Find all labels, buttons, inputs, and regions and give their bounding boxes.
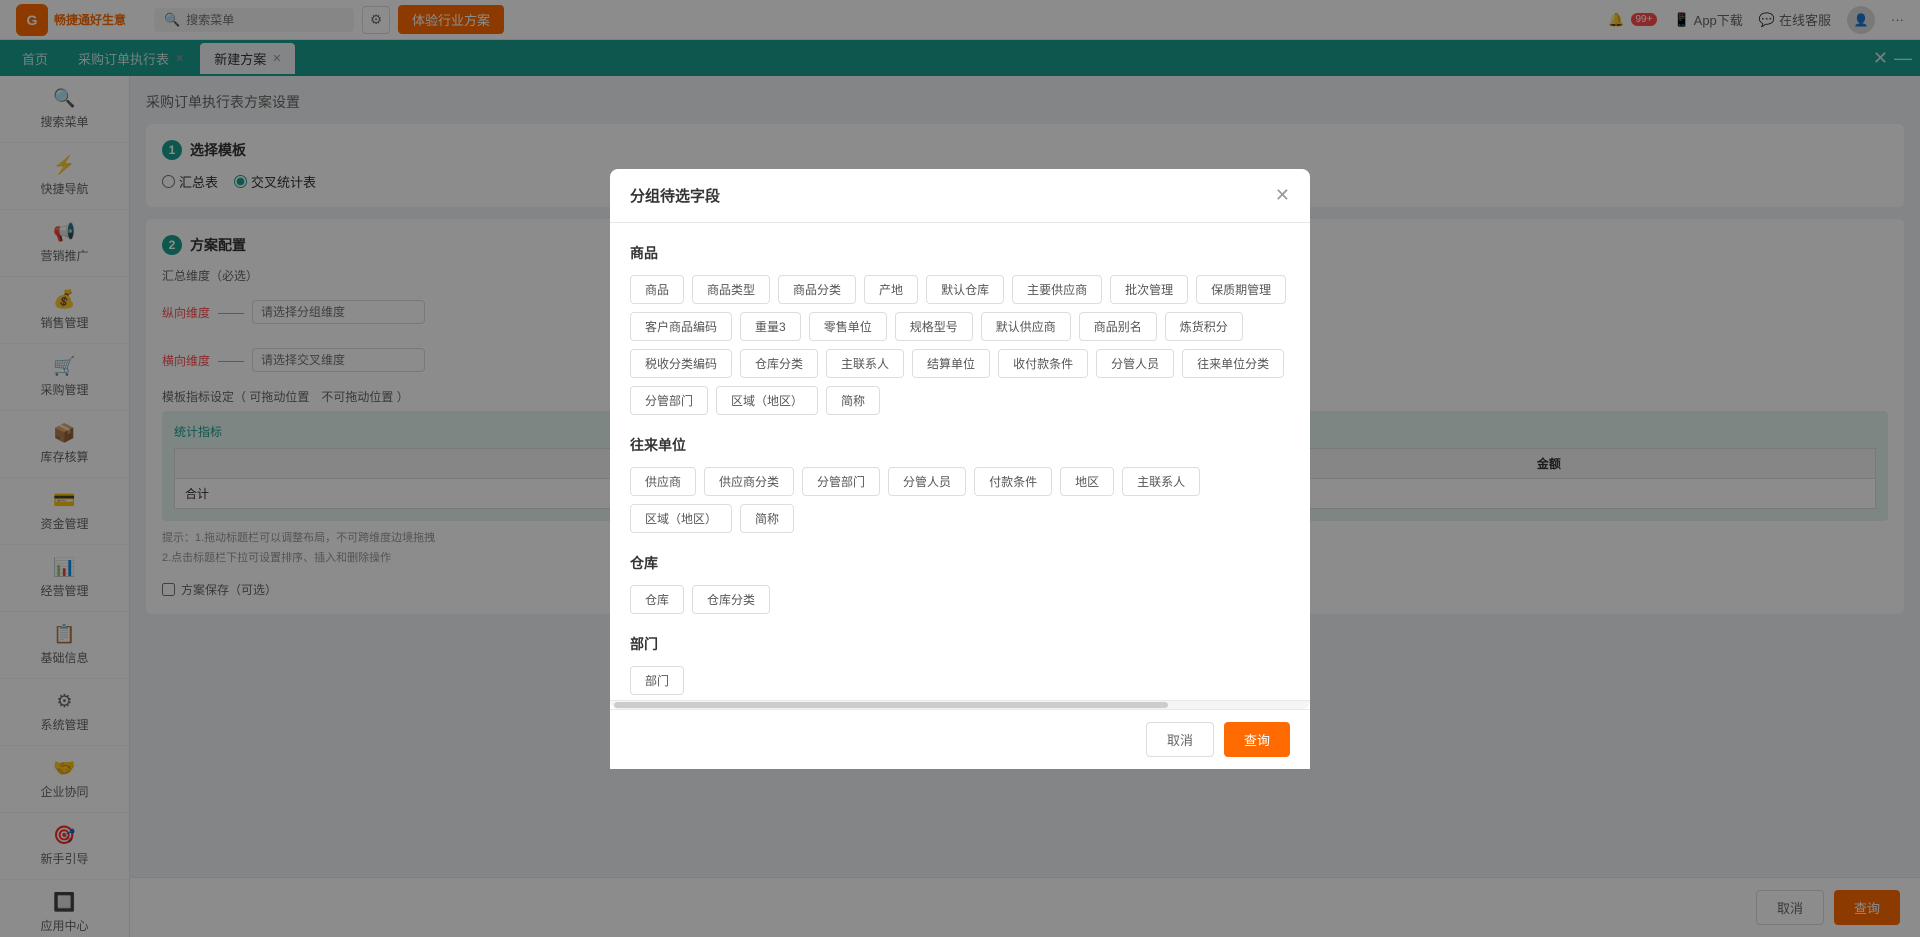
field-area[interactable]: 地区 [1060,467,1114,496]
field-group-partner: 往来单位 供应商 供应商分类 分管部门 分管人员 付款条件 地区 主联系人 区域… [630,435,1290,533]
field-dept[interactable]: 分管部门 [630,386,708,415]
field-supplier[interactable]: 供应商 [630,467,696,496]
modal-footer: 取消 查询 [610,709,1310,769]
field-weight3[interactable]: 重量3 [740,312,801,341]
modal-overlay[interactable]: 分组待选字段 ✕ 商品 商品 商品类型 商品分类 产地 默认仓库 主要供应商 批… [0,0,1920,937]
field-partner-category[interactable]: 往来单位分类 [1182,349,1284,378]
field-expiry-management[interactable]: 保质期管理 [1196,275,1286,304]
field-partner-region[interactable]: 区域（地区） [630,504,732,533]
modal-confirm-button[interactable]: 查询 [1224,722,1290,757]
group-product-fields: 商品 商品类型 商品分类 产地 默认仓库 主要供应商 批次管理 保质期管理 客户… [630,275,1290,415]
group-partner-title: 往来单位 [630,435,1290,455]
field-partner-short-name[interactable]: 简称 [740,504,794,533]
field-group-product: 商品 商品 商品类型 商品分类 产地 默认仓库 主要供应商 批次管理 保质期管理… [630,243,1290,415]
field-payment-condition[interactable]: 付款条件 [974,467,1052,496]
field-product-category[interactable]: 商品分类 [778,275,856,304]
modal-close-button[interactable]: ✕ [1275,185,1290,206]
field-group-warehouse: 仓库 仓库 仓库分类 [630,553,1290,614]
field-warehouse[interactable]: 仓库 [630,585,684,614]
field-default-supplier[interactable]: 默认供应商 [981,312,1071,341]
modal-title: 分组待选字段 [630,185,720,206]
field-tax-code[interactable]: 税收分类编码 [630,349,732,378]
group-warehouse-title: 仓库 [630,553,1290,573]
field-region-product[interactable]: 区域（地区） [716,386,818,415]
field-spec-model[interactable]: 规格型号 [895,312,973,341]
field-short-name-product[interactable]: 简称 [826,386,880,415]
field-supervisor[interactable]: 分管人员 [1096,349,1174,378]
modal-header: 分组待选字段 ✕ [610,169,1310,223]
field-batch-management[interactable]: 批次管理 [1110,275,1188,304]
field-department[interactable]: 部门 [630,666,684,695]
modal: 分组待选字段 ✕ 商品 商品 商品类型 商品分类 产地 默认仓库 主要供应商 批… [610,169,1310,769]
field-main-contact[interactable]: 主联系人 [826,349,904,378]
group-warehouse-fields: 仓库 仓库分类 [630,585,1290,614]
field-product[interactable]: 商品 [630,275,684,304]
modal-hscroll-bar [614,702,1168,708]
modal-body: 商品 商品 商品类型 商品分类 产地 默认仓库 主要供应商 批次管理 保质期管理… [610,223,1310,701]
field-payment-terms[interactable]: 收付款条件 [998,349,1088,378]
group-partner-fields: 供应商 供应商分类 分管部门 分管人员 付款条件 地区 主联系人 区域（地区） … [630,467,1290,533]
field-partner-supervisor[interactable]: 分管人员 [888,467,966,496]
field-default-warehouse[interactable]: 默认仓库 [926,275,1004,304]
field-supplier-category[interactable]: 供应商分类 [704,467,794,496]
group-dept-fields: 部门 [630,666,1290,695]
field-warehouse-category[interactable]: 仓库分类 [740,349,818,378]
field-partner-contact[interactable]: 主联系人 [1122,467,1200,496]
field-customer-code[interactable]: 客户商品编码 [630,312,732,341]
field-product-alias[interactable]: 商品别名 [1079,312,1157,341]
field-smelting-points[interactable]: 炼货积分 [1165,312,1243,341]
group-product-title: 商品 [630,243,1290,263]
modal-hscroll[interactable] [610,700,1310,708]
field-settlement-unit[interactable]: 结算单位 [912,349,990,378]
group-dept-title: 部门 [630,634,1290,654]
field-product-type[interactable]: 商品类型 [692,275,770,304]
field-group-dept: 部门 部门 [630,634,1290,695]
modal-cancel-button[interactable]: 取消 [1146,722,1214,757]
field-origin[interactable]: 产地 [864,275,918,304]
field-partner-dept[interactable]: 分管部门 [802,467,880,496]
field-retail-unit[interactable]: 零售单位 [809,312,887,341]
field-main-supplier[interactable]: 主要供应商 [1012,275,1102,304]
field-warehouse-cat[interactable]: 仓库分类 [692,585,770,614]
